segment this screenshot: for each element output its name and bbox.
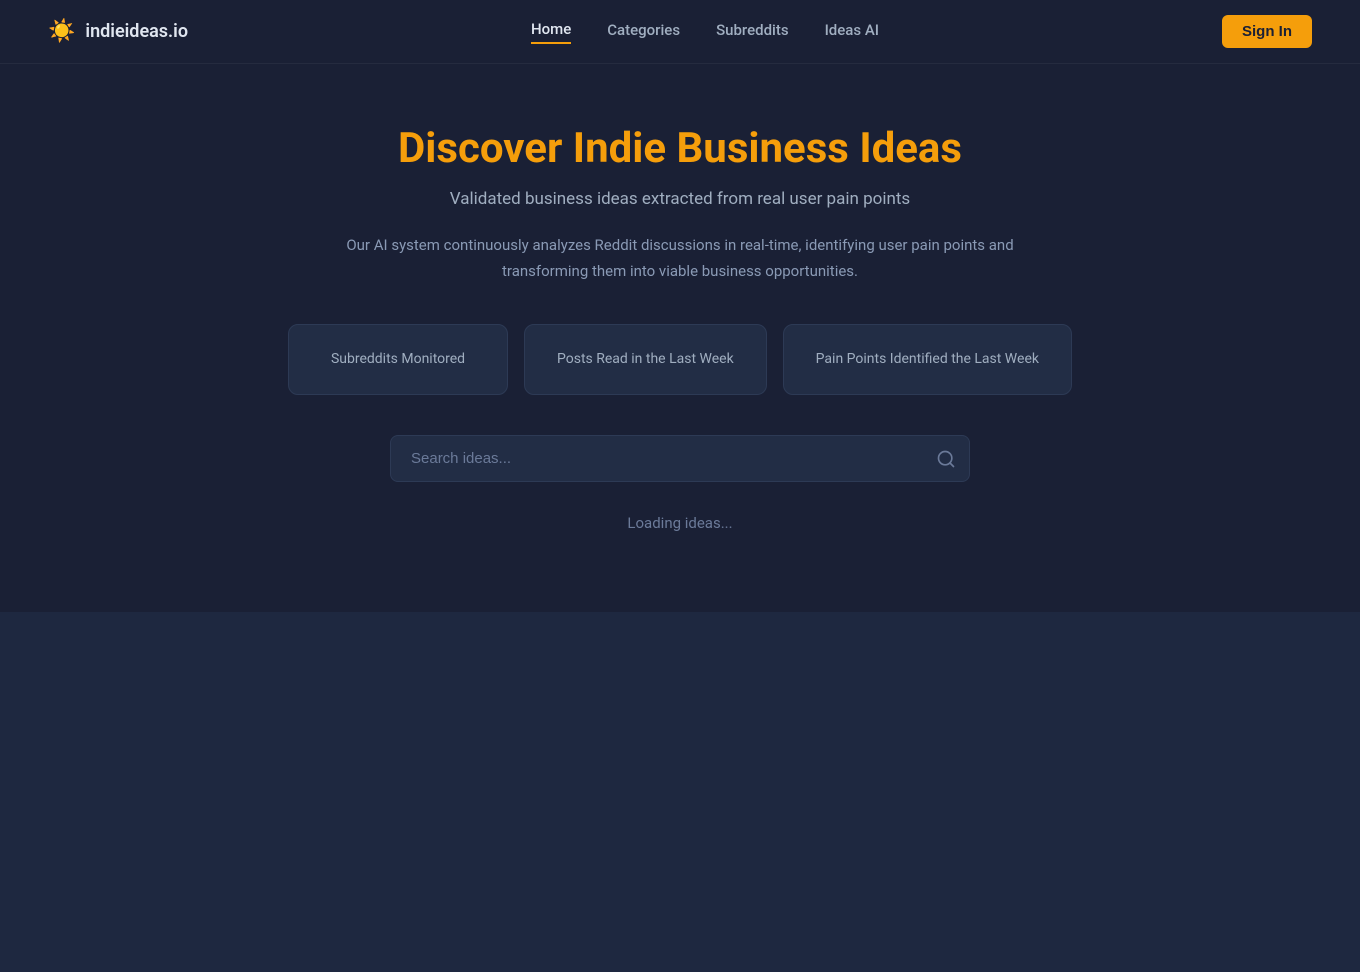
stat-card-posts: Posts Read in the Last Week [524,324,767,395]
nav-actions: Sign In [1222,15,1312,48]
nav-links: Home Categories Subreddits Ideas AI [531,20,879,44]
stats-row: Subreddits Monitored Posts Read in the L… [288,324,1072,395]
stat-card-pain-points: Pain Points Identified the Last Week [783,324,1072,395]
search-icon [936,449,956,469]
brand-name: indieideas.io [85,21,188,42]
brand-logo[interactable]: ☀️ indieideas.io [48,19,188,44]
hero-section: Discover Indie Business Ideas Validated … [0,64,1360,612]
brand-icon: ☀️ [48,19,75,44]
stat-card-subreddits: Subreddits Monitored [288,324,508,395]
bottom-section [0,612,1360,972]
search-button[interactable] [936,449,956,469]
loading-text: Loading ideas... [627,514,732,532]
stat-label-pain-points: Pain Points Identified the Last Week [816,351,1039,367]
hero-subtitle: Validated business ideas extracted from … [450,189,910,209]
navbar: ☀️ indieideas.io Home Categories Subredd… [0,0,1360,64]
search-container [390,435,970,482]
nav-link-home[interactable]: Home [531,20,571,44]
nav-link-subreddits[interactable]: Subreddits [716,21,789,43]
nav-link-ideas-ai[interactable]: Ideas AI [825,21,879,43]
stat-label-subreddits: Subreddits Monitored [331,351,465,367]
hero-title: Discover Indie Business Ideas [398,124,962,173]
hero-description: Our AI system continuously analyzes Redd… [340,233,1020,284]
search-input[interactable] [390,435,970,482]
sign-in-button[interactable]: Sign In [1222,15,1312,48]
nav-link-categories[interactable]: Categories [607,21,680,43]
stat-label-posts: Posts Read in the Last Week [557,351,734,367]
